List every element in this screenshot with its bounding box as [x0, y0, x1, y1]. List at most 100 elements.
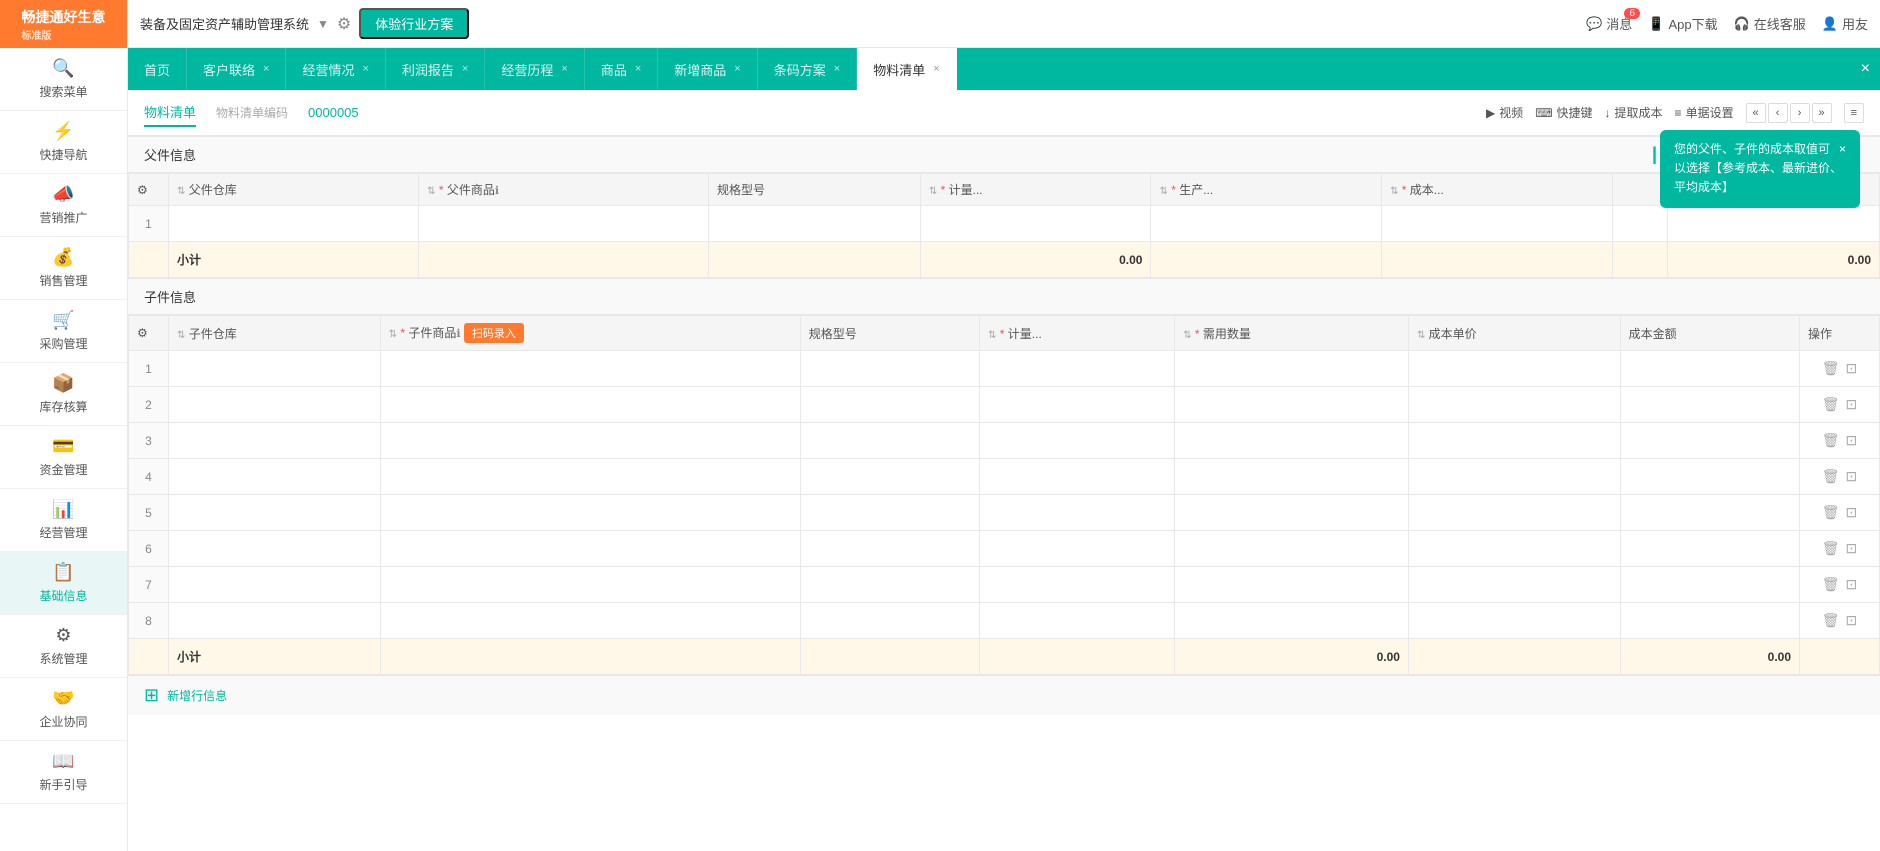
child-unit-4[interactable] [980, 459, 1175, 495]
shortcut-action[interactable]: ⌨ 快捷键 [1535, 104, 1592, 121]
parent-unit-1[interactable] [920, 206, 1151, 242]
sidebar-item-quick-nav[interactable]: ⚡快捷导航 [0, 111, 127, 174]
parent-cost-1[interactable] [1382, 206, 1613, 242]
child-product-8[interactable] [380, 603, 800, 639]
scan-input-btn[interactable]: 扫码录入 [464, 323, 524, 343]
child-product-3[interactable] [380, 423, 800, 459]
child-spec-1[interactable] [800, 351, 979, 387]
copy-row-3-btn[interactable]: ⊡ [1846, 432, 1858, 449]
delete-row-5-btn[interactable]: 🗑 [1822, 504, 1840, 521]
copy-row-5-btn[interactable]: ⊡ [1846, 504, 1858, 521]
settings-icon-child[interactable]: ⚙ [137, 326, 148, 340]
close-tab-bom[interactable]: × [933, 63, 939, 75]
close-all-tabs-button[interactable]: × [1851, 48, 1880, 90]
child-warehouse-1[interactable] [169, 351, 381, 387]
delete-row-2-btn[interactable]: 🗑 [1822, 396, 1840, 413]
sidebar-item-basic-info[interactable]: 📋基础信息 [0, 552, 127, 615]
child-warehouse-8[interactable] [169, 603, 381, 639]
child-spec-4[interactable] [800, 459, 979, 495]
sidebar-item-search[interactable]: 🔍搜索菜单 [0, 48, 127, 111]
sidebar-item-system[interactable]: ⚙系统管理 [0, 615, 127, 678]
close-tab-customers[interactable]: × [263, 63, 269, 75]
delete-row-3-btn[interactable]: 🗑 [1822, 432, 1840, 449]
last-page-btn[interactable]: » [1812, 103, 1832, 123]
settings-icon[interactable]: ⚙ [337, 14, 351, 34]
sidebar-item-sales[interactable]: 💰销售管理 [0, 237, 127, 300]
child-product-4[interactable] [380, 459, 800, 495]
child-unit-2[interactable] [980, 387, 1175, 423]
child-unit-cost-7[interactable] [1408, 567, 1620, 603]
close-tab-ops-history[interactable]: × [561, 63, 567, 75]
close-tab-operations-status[interactable]: × [362, 63, 368, 75]
child-quantity-8[interactable] [1175, 603, 1409, 639]
navtab-products[interactable]: 商品× [585, 48, 658, 90]
parent-warehouse-1[interactable] [169, 206, 419, 242]
navtab-operations-status[interactable]: 经营情况× [286, 48, 385, 90]
child-warehouse-6[interactable] [169, 531, 381, 567]
child-warehouse-7[interactable] [169, 567, 381, 603]
child-unit-7[interactable] [980, 567, 1175, 603]
child-spec-6[interactable] [800, 531, 979, 567]
child-quantity-3[interactable] [1175, 423, 1409, 459]
settings-icon-th[interactable]: ⚙ [137, 183, 148, 197]
sidebar-item-operations[interactable]: 📊经营管理 [0, 489, 127, 552]
prev-page-btn[interactable]: ‹ [1768, 103, 1788, 123]
parent-production-1[interactable] [1151, 206, 1382, 242]
tab-bom-list[interactable]: 物料清单 [144, 98, 196, 127]
child-unit-6[interactable] [980, 531, 1175, 567]
child-product-5[interactable] [380, 495, 800, 531]
copy-row-1-btn[interactable]: ⊡ [1846, 360, 1858, 377]
child-product-2[interactable] [380, 387, 800, 423]
tooltip-close-btn[interactable]: × [1839, 140, 1846, 159]
child-quantity-7[interactable] [1175, 567, 1409, 603]
child-unit-1[interactable] [980, 351, 1175, 387]
app-download-button[interactable]: 📱 App下载 [1648, 14, 1717, 33]
child-warehouse-5[interactable] [169, 495, 381, 531]
close-tab-barcode[interactable]: × [834, 63, 840, 75]
copy-row-8-btn[interactable]: ⊡ [1846, 612, 1858, 629]
close-tab-profit-report[interactable]: × [462, 63, 468, 75]
delete-row-1-btn[interactable]: 🗑 [1822, 360, 1840, 377]
system-dropdown-icon[interactable]: ▼ [317, 17, 329, 31]
user-menu[interactable]: 👤 用友 [1822, 14, 1868, 33]
child-quantity-4[interactable] [1175, 459, 1409, 495]
copy-row-4-btn[interactable]: ⊡ [1846, 468, 1858, 485]
close-tab-products[interactable]: × [635, 63, 641, 75]
close-tab-new-products[interactable]: × [734, 63, 740, 75]
child-warehouse-2[interactable] [169, 387, 381, 423]
child-quantity-2[interactable] [1175, 387, 1409, 423]
sidebar-item-finance[interactable]: 💳资金管理 [0, 426, 127, 489]
child-unit-8[interactable] [980, 603, 1175, 639]
trial-button[interactable]: 体验行业方案 [359, 8, 469, 39]
online-service-button[interactable]: 🎧 在线客服 [1734, 14, 1806, 33]
child-unit-cost-4[interactable] [1408, 459, 1620, 495]
sidebar-item-purchase[interactable]: 🛒采购管理 [0, 300, 127, 363]
parent-product-1[interactable] [419, 206, 709, 242]
grid-view-btn[interactable]: ≡ [1844, 103, 1864, 123]
child-unit-5[interactable] [980, 495, 1175, 531]
child-spec-8[interactable] [800, 603, 979, 639]
delete-row-6-btn[interactable]: 🗑 [1822, 540, 1840, 557]
navtab-barcode[interactable]: 条码方案× [758, 48, 857, 90]
sidebar-item-marketing[interactable]: 📣营销推广 [0, 174, 127, 237]
delete-row-4-btn[interactable]: 🗑 [1822, 468, 1840, 485]
child-unit-cost-3[interactable] [1408, 423, 1620, 459]
parent-spec-1[interactable] [708, 206, 920, 242]
child-quantity-1[interactable] [1175, 351, 1409, 387]
video-action[interactable]: ▶ 视频 [1486, 104, 1523, 121]
copy-row-6-btn[interactable]: ⊡ [1846, 540, 1858, 557]
child-product-1[interactable] [380, 351, 800, 387]
child-unit-cost-8[interactable] [1408, 603, 1620, 639]
child-spec-7[interactable] [800, 567, 979, 603]
navtab-home[interactable]: 首页 [128, 48, 187, 90]
navtab-profit-report[interactable]: 利润报告× [386, 48, 485, 90]
child-quantity-5[interactable] [1175, 495, 1409, 531]
sidebar-item-collab[interactable]: 🤝企业协同 [0, 678, 127, 741]
child-unit-cost-2[interactable] [1408, 387, 1620, 423]
child-warehouse-4[interactable] [169, 459, 381, 495]
copy-row-2-btn[interactable]: ⊡ [1846, 396, 1858, 413]
child-product-6[interactable] [380, 531, 800, 567]
messages-button[interactable]: 💬 消息 6 [1586, 14, 1632, 33]
sidebar-item-guide[interactable]: 📖新手引导 [0, 741, 127, 804]
child-quantity-6[interactable] [1175, 531, 1409, 567]
